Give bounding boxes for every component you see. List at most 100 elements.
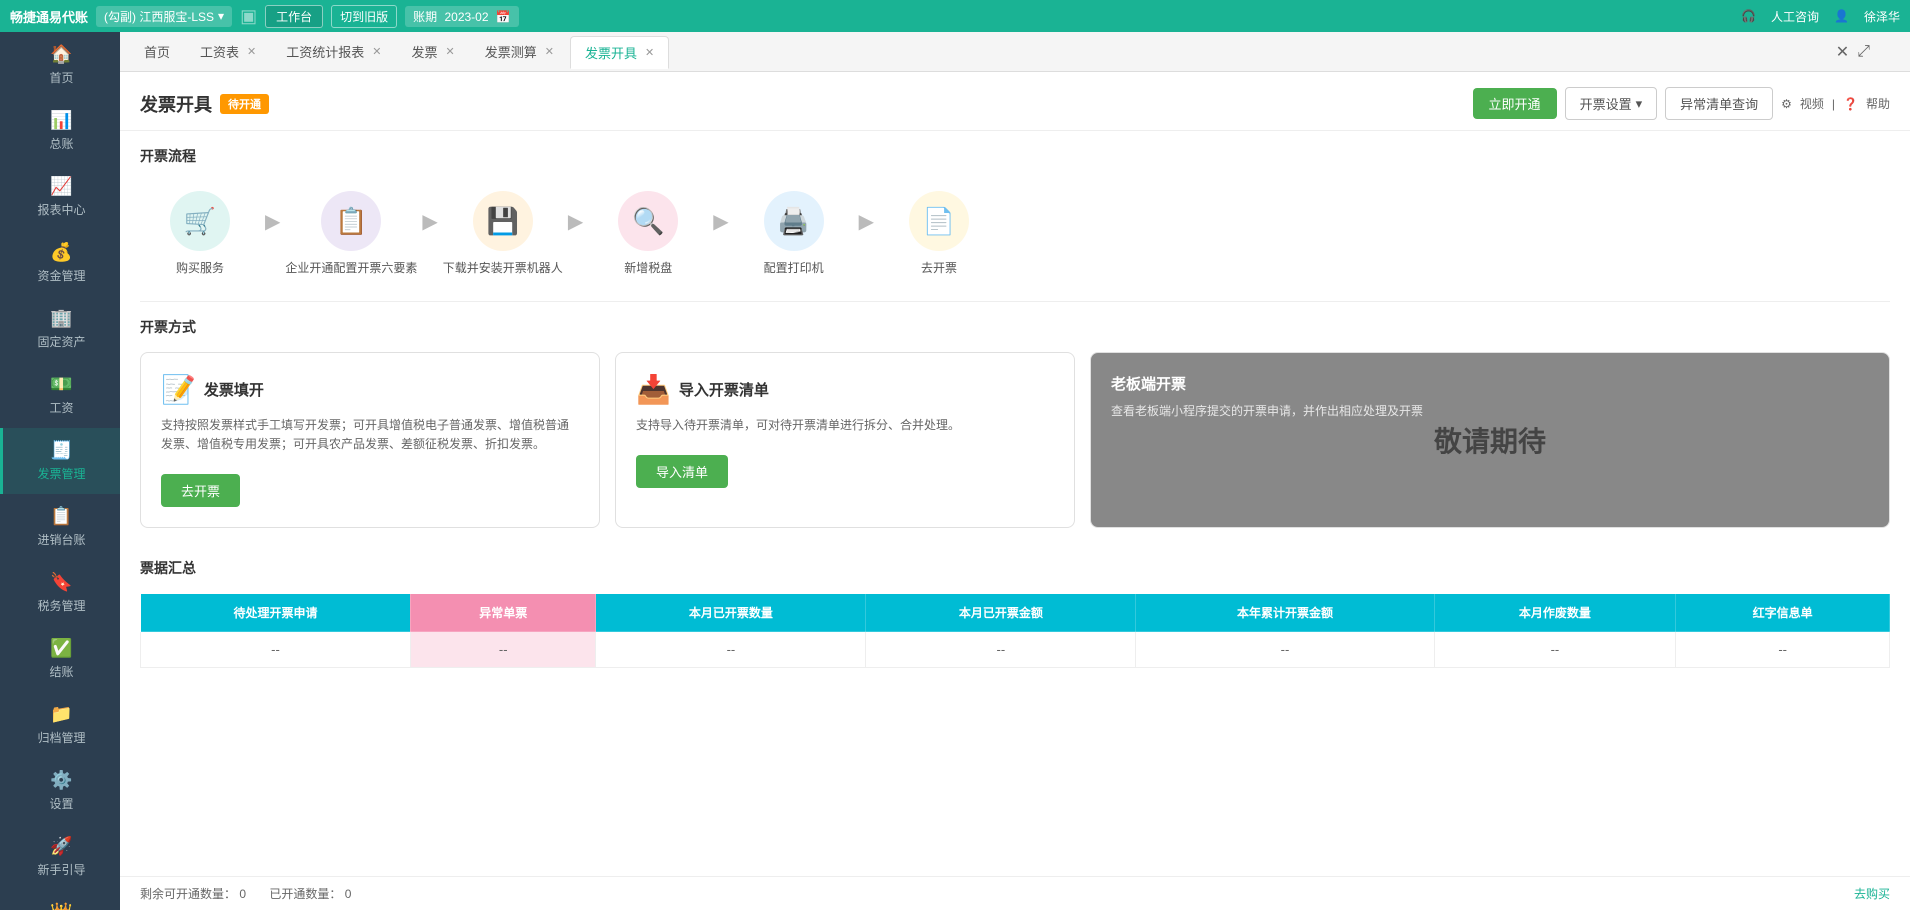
issue-invoice-icon: 📄 — [909, 191, 969, 251]
user-service-label[interactable]: 人工咨询 — [1771, 8, 1819, 25]
period-badge: 账期 2023-02 📅 — [405, 6, 519, 27]
buy-service-label: 购买服务 — [176, 259, 224, 276]
fill-method-btn[interactable]: 去开票 — [161, 474, 240, 507]
sidebar-item-settlement[interactable]: ✅ 结账 — [0, 626, 120, 692]
purchase-sales-icon: 📋 — [50, 506, 72, 527]
tab-salary-close[interactable]: ✕ — [247, 45, 256, 58]
sidebar-item-purchase-sales[interactable]: 📋 进销台账 — [0, 494, 120, 560]
sidebar-item-assets[interactable]: 🏢 固定资产 — [0, 296, 120, 362]
invoice-mgmt-icon: 🧾 — [50, 440, 72, 461]
buy-link[interactable]: 去购买 — [1854, 885, 1890, 902]
funds-icon: 💰 — [50, 242, 72, 263]
import-method-btn[interactable]: 导入清单 — [636, 455, 728, 488]
assets-icon: 🏢 — [50, 308, 72, 329]
coming-soon-text: 敬请期待 — [1434, 420, 1546, 460]
tab-bar-actions: ✕ ⤢ — [1836, 42, 1870, 62]
tab-salary[interactable]: 工资表 ✕ — [186, 36, 270, 67]
coming-soon-overlay: 敬请期待 — [1091, 353, 1889, 527]
summary-table: 待处理开票申请 异常单票 本月已开票数量 本月已开票金额 本年累计开票金额 本月… — [140, 593, 1890, 668]
header-pending: 待处理开票申请 — [141, 594, 411, 632]
tab-expand-button[interactable]: ⤢ — [1857, 43, 1870, 61]
tab-invoice-tool-label: 发票开具 — [585, 43, 637, 62]
process-step-buy-service[interactable]: 🛒 购买服务 — [140, 191, 260, 276]
add-taxbox-icon: 🔍 — [618, 191, 678, 251]
user-name[interactable]: 徐泽华 — [1864, 8, 1900, 25]
process-step-issue-invoice[interactable]: 📄 去开票 — [879, 191, 999, 276]
summary-section: 票据汇总 待处理开票申请 异常单票 本月已开票数量 本月已开票金额 本年累计开票… — [120, 543, 1910, 683]
tab-invoice-tool[interactable]: 发票开具 ✕ — [570, 36, 669, 69]
dropdown-icon: ▾ — [218, 9, 224, 23]
tab-invoice-calc[interactable]: 发票测算 ✕ — [471, 36, 568, 67]
sidebar-item-home[interactable]: 🏠 首页 — [0, 32, 120, 98]
company-selector[interactable]: (勾副) 江西服宝-LSS ▾ — [96, 6, 232, 27]
tab-home[interactable]: 首页 — [130, 36, 184, 67]
tab-close-all-button[interactable]: ✕ — [1836, 42, 1849, 62]
sidebar-item-ledger[interactable]: 📊 总账 — [0, 98, 120, 164]
arrow-2: ▶ — [422, 209, 437, 259]
archive-icon: 📁 — [50, 704, 72, 725]
sidebar-label-invoice-mgmt: 发票管理 — [37, 465, 85, 482]
fill-method-desc: 支持按照发票样式手工填写开发票；可开具增值税电子普通发票、增值税普通发票、增值税… — [161, 416, 579, 454]
service-icon: 🎧 — [1741, 9, 1756, 23]
workbench-button[interactable]: 工作台 — [265, 5, 323, 28]
summary-data-row: -- -- -- -- -- -- -- — [141, 632, 1890, 668]
arrow-1: ▶ — [265, 209, 280, 259]
sidebar-item-archive[interactable]: 📁 归档管理 — [0, 692, 120, 758]
view-toggle: ⚙ 视频 | ❓ 帮助 — [1781, 95, 1890, 112]
opened-label: 已开通数量： — [269, 887, 341, 901]
tab-salary-report[interactable]: 工资统计报表 ✕ — [272, 36, 395, 67]
header-month-amount: 本月已开票金额 — [866, 594, 1136, 632]
tab-bar: 首页 工资表 ✕ 工资统计报表 ✕ 发票 ✕ 发票测算 ✕ 发票开具 ✕ — [120, 32, 1910, 72]
tab-invoice-tool-close[interactable]: ✕ — [645, 46, 654, 59]
tab-salary-report-close[interactable]: ✕ — [372, 45, 381, 58]
switch-old-button[interactable]: 切到旧版 — [331, 5, 397, 28]
sidebar-item-invoice-mgmt[interactable]: 🧾 发票管理 — [0, 428, 120, 494]
view-label: 视频 — [1800, 95, 1824, 112]
layout: 🏠 首页 📊 总账 📈 报表中心 💰 资金管理 🏢 固定资产 💵 工资 🧾 发票… — [0, 32, 1910, 910]
arrow-5: ▶ — [859, 209, 874, 259]
vip-icon: 👑 — [50, 902, 72, 910]
sidebar-item-salary[interactable]: 💵 工资 — [0, 362, 120, 428]
process-step-enterprise-setup[interactable]: 📋 企业开通配置开票六要素 — [285, 191, 417, 276]
abnormal-query-button[interactable]: 异常清单查询 — [1665, 87, 1773, 120]
user-avatar: 👤 — [1834, 9, 1849, 23]
sidebar-label-home: 首页 — [49, 69, 73, 86]
sidebar-label-archive: 归档管理 — [37, 729, 85, 746]
cell-month-void: -- — [1434, 632, 1676, 668]
summary-title: 票据汇总 — [140, 558, 1890, 578]
period-label: 账期 — [413, 10, 437, 24]
sidebar-item-reports[interactable]: 📈 报表中心 — [0, 164, 120, 230]
sidebar-item-vip[interactable]: 👑 畅会员 — [0, 890, 120, 910]
top-bar: 畅捷通易代账 (勾副) 江西服宝-LSS ▾ ▣ 工作台 切到旧版 账期 202… — [0, 0, 1910, 32]
settlement-icon: ✅ — [50, 638, 72, 659]
top-bar-left: 畅捷通易代账 (勾副) 江西服宝-LSS ▾ ▣ 工作台 切到旧版 账期 202… — [10, 5, 519, 28]
calendar-icon: 📅 — [496, 10, 511, 24]
sidebar-item-funds[interactable]: 💰 资金管理 — [0, 230, 120, 296]
newbie-icon: 🚀 — [50, 836, 72, 857]
sidebar-label-tax: 税务管理 — [37, 597, 85, 614]
page-body: 发票开具 待开通 立即开通 开票设置 ▾ 异常清单查询 ⚙ 视频 | ❓ — [120, 72, 1910, 876]
import-method-desc: 支持导入待开票清单，可对待开票清单进行拆分、合并处理。 — [636, 416, 1054, 435]
question-icon: ❓ — [1843, 97, 1858, 111]
tax-icon: 🔖 — [50, 572, 72, 593]
header-month-count: 本月已开票数量 — [596, 594, 866, 632]
sidebar-item-settings[interactable]: ⚙️ 设置 — [0, 758, 120, 824]
tab-invoice-calc-close[interactable]: ✕ — [545, 45, 554, 58]
open-now-button[interactable]: 立即开通 — [1473, 88, 1557, 119]
process-step-config-printer[interactable]: 🖨️ 配置打印机 — [734, 191, 854, 276]
sidebar-item-newbie[interactable]: 🚀 新手引导 — [0, 824, 120, 890]
ledger-icon: 📊 — [50, 110, 72, 131]
sidebar-label-salary: 工资 — [49, 399, 73, 416]
process-step-download-robot[interactable]: 💾 下载并安装开票机器人 — [443, 191, 563, 276]
header-red-info: 红字信息单 — [1676, 594, 1890, 632]
tab-invoice-close[interactable]: ✕ — [446, 45, 455, 58]
open-settings-button[interactable]: 开票设置 ▾ — [1565, 87, 1658, 120]
tab-invoice[interactable]: 发票 ✕ — [397, 36, 468, 67]
invoice-methods-section: 开票方式 📝 发票填开 支持按照发票样式手工填写开发票；可开具增值税电子普通发票… — [120, 302, 1910, 543]
sidebar-label-settings: 设置 — [49, 795, 73, 812]
cell-pending: -- — [141, 632, 411, 668]
sidebar-item-tax[interactable]: 🔖 税务管理 — [0, 560, 120, 626]
header-month-void: 本月作废数量 — [1434, 594, 1676, 632]
fill-method-card: 📝 发票填开 支持按照发票样式手工填写开发票；可开具增值税电子普通发票、增值税普… — [140, 352, 600, 528]
process-step-add-taxbox[interactable]: 🔍 新增税盘 — [588, 191, 708, 276]
